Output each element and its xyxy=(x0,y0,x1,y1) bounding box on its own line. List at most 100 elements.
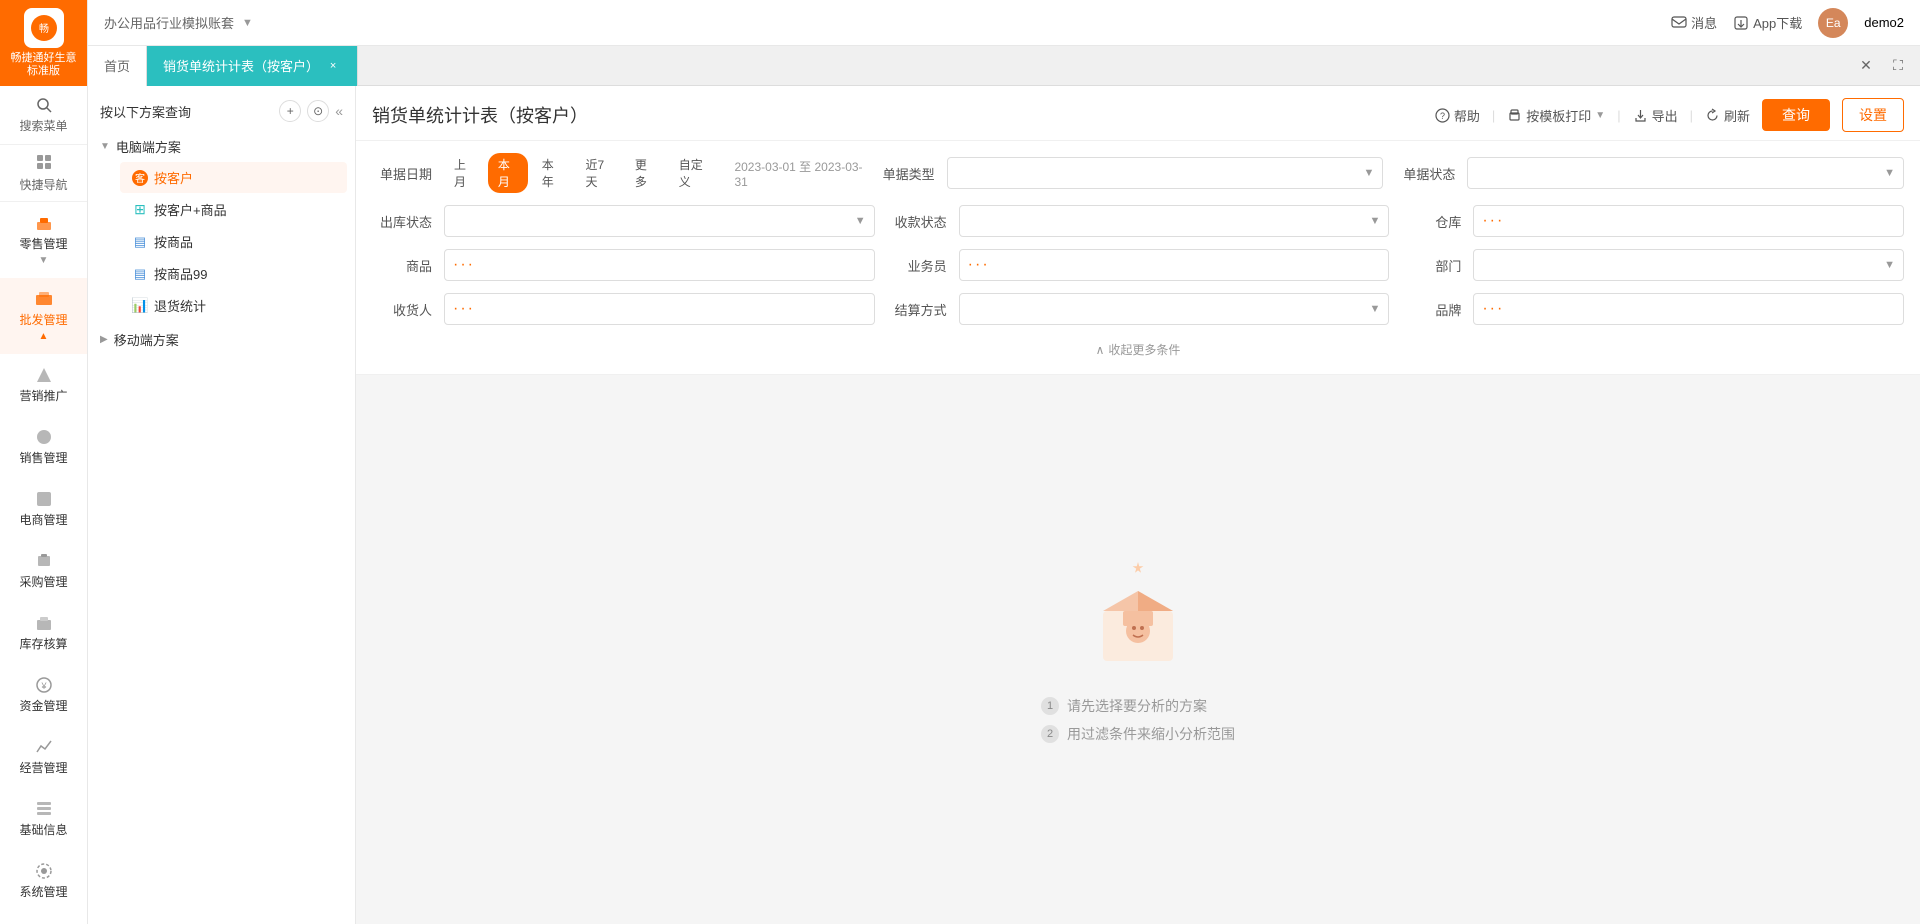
sidebar-item-operations[interactable]: 经营管理 xyxy=(0,726,87,788)
sidebar-item-retail[interactable]: 零售管理 ▼ xyxy=(0,202,87,278)
date-tab-this-month[interactable]: 本月 xyxy=(488,153,528,193)
order-status-label: 单据状态 xyxy=(1395,164,1455,183)
print-dropdown[interactable]: ▼ xyxy=(1595,110,1605,121)
order-type-select[interactable]: ▼ xyxy=(947,157,1384,189)
refresh-action[interactable]: 刷新 xyxy=(1705,106,1750,125)
sidebar-label-purchase: 采购管理 xyxy=(19,573,67,590)
sidebar-label-system: 系统管理 xyxy=(19,883,67,900)
header-right: 消息 App下载 Ea demo2 xyxy=(1671,8,1904,38)
tab-close-button[interactable]: × xyxy=(325,58,341,74)
tree-group-desktop: ▼ 电脑端方案 客 按客户 ⊞ 按客户+商品 ▤ xyxy=(88,132,355,321)
recipient-select[interactable]: ··· xyxy=(444,293,875,325)
tree-item-customer-product[interactable]: ⊞ 按客户+商品 xyxy=(120,194,347,225)
top-header: 办公用品行业模拟账套 ▼ 消息 App下载 Ea demo2 xyxy=(88,0,1920,46)
date-tab-7days[interactable]: 近7天 xyxy=(576,153,621,193)
out-status-arrow: ▼ xyxy=(855,215,866,227)
app-download-label: App下载 xyxy=(1753,13,1802,32)
page-actions: ? 帮助 | 按模板打印 ▼ | 导出 | xyxy=(1435,98,1904,132)
sidebar-item-sales[interactable]: 销售管理 xyxy=(0,416,87,478)
by-product99-icon: ▤ xyxy=(132,266,148,282)
settings-button[interactable]: 设置 xyxy=(1842,98,1904,132)
date-tab-custom[interactable]: 自定义 xyxy=(669,153,719,193)
sidebar-item-wholesale[interactable]: 批发管理 ▲ xyxy=(0,278,87,354)
warehouse-select[interactable]: ··· xyxy=(1473,205,1904,237)
scheme-tree: ▼ 电脑端方案 客 按客户 ⊞ 按客户+商品 ▤ xyxy=(88,128,355,362)
logo-area[interactable]: 畅 畅捷通好生意 标准版 xyxy=(0,0,87,86)
tree-group-mobile-header[interactable]: ▶ 移动端方案 xyxy=(88,325,355,354)
date-tab-more[interactable]: 更多 xyxy=(625,153,665,193)
brand-select[interactable]: ··· xyxy=(1473,293,1904,325)
order-status-select[interactable]: ▼ xyxy=(1467,157,1904,189)
salesperson-dots: ··· xyxy=(968,256,990,274)
edit-scheme-button[interactable]: ⊙ xyxy=(307,100,329,122)
product-dots: ··· xyxy=(453,256,475,274)
quick-nav-item[interactable]: 快捷导航 xyxy=(0,145,87,202)
header-dropdown-arrow[interactable]: ▼ xyxy=(242,17,253,29)
avatar[interactable]: Ea xyxy=(1818,8,1848,38)
empty-tips: 1 请先选择要分析的方案 2 用过滤条件来缩小分析范围 xyxy=(1041,696,1235,744)
empty-state: 1 请先选择要分析的方案 2 用过滤条件来缩小分析范围 xyxy=(356,375,1920,924)
sidebar-item-basic[interactable]: 基础信息 xyxy=(0,788,87,850)
sidebar-label-retail: 零售管理 xyxy=(19,235,67,252)
payment-status-select[interactable]: ▼ xyxy=(959,205,1390,237)
sidebar-item-enterprise[interactable]: 企业协同 xyxy=(0,912,87,924)
search-label: 搜索菜单 xyxy=(0,117,87,134)
department-select[interactable]: ▼ xyxy=(1473,249,1904,281)
date-tab-this-year[interactable]: 本年 xyxy=(532,153,572,193)
tree-item-return-stats[interactable]: 📊 退货统计 xyxy=(120,290,347,321)
sidebar-label-inventory: 库存核算 xyxy=(19,635,67,652)
sidebar-label-marketing: 营销推广 xyxy=(19,387,67,404)
tree-group-mobile-label: 移动端方案 xyxy=(114,330,179,349)
product-select[interactable]: ··· xyxy=(444,249,875,281)
sidebar-label-basic: 基础信息 xyxy=(19,821,67,838)
message-action[interactable]: 消息 xyxy=(1671,13,1717,32)
by-product-label: 按商品 xyxy=(154,232,193,251)
order-type-arrow: ▼ xyxy=(1363,167,1374,179)
print-label: 按模板打印 xyxy=(1526,106,1591,125)
message-label: 消息 xyxy=(1691,13,1717,32)
tree-group-mobile-arrow: ▶ xyxy=(100,334,108,345)
tab-home[interactable]: 首页 xyxy=(88,46,147,86)
collapse-panel-button[interactable]: « xyxy=(335,103,343,119)
tab-close-window-button[interactable]: ✕ xyxy=(1852,52,1880,80)
tree-group-desktop-header[interactable]: ▼ 电脑端方案 xyxy=(88,132,355,161)
settlement-select[interactable]: ▼ xyxy=(959,293,1390,325)
app-download-action[interactable]: App下载 xyxy=(1733,13,1802,32)
help-action[interactable]: ? 帮助 xyxy=(1435,106,1480,125)
query-button[interactable]: 查询 xyxy=(1762,99,1830,131)
settlement-label: 结算方式 xyxy=(887,300,947,319)
salesperson-select[interactable]: ··· xyxy=(959,249,1390,281)
logo-name: 畅捷通好生意 xyxy=(6,52,81,65)
tab-maximize-button[interactable]: ⛶ xyxy=(1884,52,1912,80)
sidebar-item-system[interactable]: 系统管理 xyxy=(0,850,87,912)
export-action[interactable]: 导出 xyxy=(1633,106,1678,125)
sidebar-item-ecommerce[interactable]: 电商管理 xyxy=(0,478,87,540)
add-scheme-button[interactable]: + xyxy=(279,100,301,122)
brand-label: 品牌 xyxy=(1401,300,1461,319)
tree-group-mobile: ▶ 移动端方案 xyxy=(88,325,355,354)
tree-item-by-product[interactable]: ▤ 按商品 xyxy=(120,226,347,257)
sidebar-label-operations: 经营管理 xyxy=(19,759,67,776)
sidebar-item-purchase[interactable]: 采购管理 xyxy=(0,540,87,602)
page-title-bar: 销货单统计计表（按客户） ? 帮助 | 按模板打印 ▼ | xyxy=(356,86,1920,141)
print-action[interactable]: 按模板打印 ▼ xyxy=(1507,106,1605,125)
sidebar-item-inventory[interactable]: 库存核算 xyxy=(0,602,87,664)
svg-text:?: ? xyxy=(1440,111,1445,121)
payment-status-label: 收款状态 xyxy=(887,212,947,231)
sidebar-label-finance: 资金管理 xyxy=(19,697,67,714)
divider2: | xyxy=(1617,108,1620,123)
date-tab-last-month[interactable]: 上月 xyxy=(444,153,484,193)
collapse-filter-button[interactable]: ∧ 收起更多条件 xyxy=(1080,337,1197,362)
sidebar-label-sales: 销售管理 xyxy=(19,449,67,466)
tab-active[interactable]: 销货单统计计表（按客户） × xyxy=(147,46,358,86)
sidebar-item-finance[interactable]: ¥ 资金管理 xyxy=(0,664,87,726)
quick-nav-label: 快捷导航 xyxy=(0,176,87,193)
tree-item-by-customer[interactable]: 客 按客户 xyxy=(120,162,347,193)
customer-product-icon: ⊞ xyxy=(132,202,148,218)
tree-item-by-product99[interactable]: ▤ 按商品99 xyxy=(120,258,347,289)
order-status-arrow: ▼ xyxy=(1884,167,1895,179)
search-menu-item[interactable]: 搜索菜单 xyxy=(0,86,87,145)
sidebar-item-marketing[interactable]: 营销推广 xyxy=(0,354,87,416)
out-status-select[interactable]: ▼ xyxy=(444,205,875,237)
avatar-text: Ea xyxy=(1826,16,1841,30)
